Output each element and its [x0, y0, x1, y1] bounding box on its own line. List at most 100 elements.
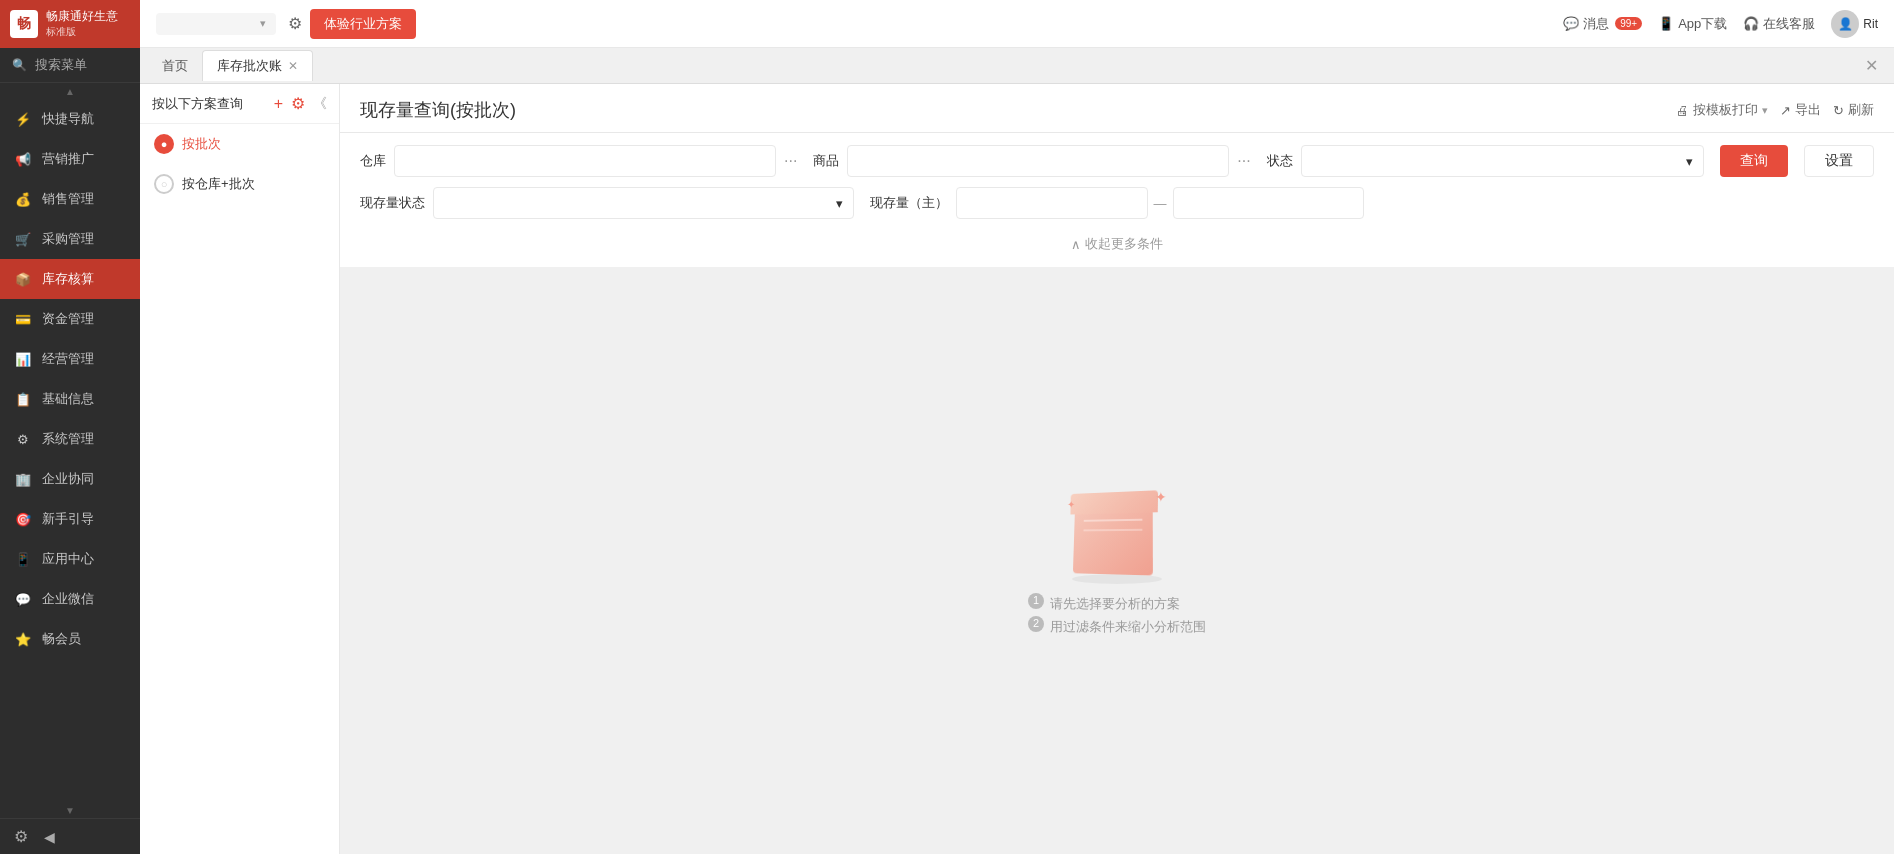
- sidebar-item-finance[interactable]: 💳 资金管理: [0, 299, 140, 339]
- tip-text-2: 用过滤条件来缩小分析范围: [1050, 615, 1206, 638]
- scroll-up-btn[interactable]: ▲: [0, 83, 140, 99]
- tip-num-1: 1: [1028, 593, 1044, 609]
- stock-status-select[interactable]: ▾: [433, 187, 854, 219]
- status-filter: 状态 ▾: [1267, 145, 1704, 177]
- warehouse-more-icon[interactable]: ···: [784, 152, 797, 170]
- system-icon: ⚙: [14, 430, 32, 448]
- collapse-conditions-btn[interactable]: ∧ 收起更多条件: [360, 229, 1874, 255]
- print-label: 按模板打印: [1693, 101, 1758, 119]
- sidebar-header: 畅 畅康通好生意 标准版: [0, 0, 140, 48]
- sidebar-search[interactable]: 🔍 搜索菜单: [0, 48, 140, 83]
- finance-icon: 💳: [14, 310, 32, 328]
- status-select[interactable]: ▾: [1301, 145, 1704, 177]
- add-plan-icon[interactable]: +: [274, 95, 283, 113]
- warehouse-input[interactable]: [394, 145, 776, 177]
- filter-row-1: 仓库 ··· 商品 ··· 状态 ▾: [360, 145, 1874, 177]
- print-icon: 🖨: [1676, 103, 1689, 118]
- tab-batch-account[interactable]: 库存批次账 ✕: [202, 50, 313, 81]
- status-dropdown-icon: ▾: [1686, 154, 1693, 169]
- stock-qty-filter: 现存量（主） —: [870, 187, 1364, 219]
- stock-qty-min-input[interactable]: [956, 187, 1148, 219]
- scroll-down-icon: ▼: [65, 805, 75, 816]
- app-download-label: App下载: [1678, 15, 1727, 33]
- sidebar-item-label: 畅会员: [42, 630, 81, 648]
- sidebar-item-quick-nav[interactable]: ⚡ 快捷导航: [0, 99, 140, 139]
- sidebar-item-label: 经营管理: [42, 350, 94, 368]
- inventory-icon: 📦: [14, 270, 32, 288]
- sidebar-item-enterprise[interactable]: 🏢 企业协同: [0, 459, 140, 499]
- sidebar-item-sales[interactable]: 💰 销售管理: [0, 179, 140, 219]
- sidebar-item-app-center[interactable]: 📱 应用中心: [0, 539, 140, 579]
- sidebar-settings-icon[interactable]: ⚙: [14, 827, 28, 846]
- app-subtitle: 标准版: [46, 25, 118, 39]
- sidebar-item-wechat[interactable]: 💬 企业微信: [0, 579, 140, 619]
- export-btn[interactable]: ↗ 导出: [1780, 101, 1821, 119]
- stock-qty-sep: —: [1154, 196, 1167, 211]
- app-center-icon: 📱: [14, 550, 32, 568]
- left-panel-actions: + ⚙ 《: [274, 94, 327, 113]
- print-dropdown-icon[interactable]: ▾: [1762, 104, 1768, 117]
- message-label: 消息: [1583, 15, 1609, 33]
- newbie-icon: 🎯: [14, 510, 32, 528]
- app-download-icon: 📱: [1658, 16, 1674, 31]
- stock-status-label: 现存量状态: [360, 194, 425, 212]
- topbar-dropdown-icon[interactable]: ▾: [260, 17, 266, 30]
- plan-item-by-batch[interactable]: ● 按批次: [140, 124, 339, 164]
- page-actions: 🖨 按模板打印 ▾ ↗ 导出 ↻ 刷新: [1676, 101, 1874, 119]
- sidebar-item-operations[interactable]: 📊 经营管理: [0, 339, 140, 379]
- plan-item-by-warehouse-batch[interactable]: ○ 按仓库+批次: [140, 164, 339, 204]
- topbar: ▾ ⚙ 体验行业方案 💬 消息 99+ 📱 App下载 🎧 在线客服 👤: [140, 0, 1894, 48]
- tab-home[interactable]: 首页: [148, 51, 202, 81]
- left-panel-header: 按以下方案查询 + ⚙ 《: [140, 84, 339, 124]
- stock-qty-max-input[interactable]: [1173, 187, 1365, 219]
- scroll-down-btn[interactable]: ▼: [0, 802, 140, 818]
- filter-row-2: 现存量状态 ▾ 现存量（主） —: [360, 187, 1874, 219]
- print-template-btn[interactable]: 🖨 按模板打印 ▾: [1676, 101, 1768, 119]
- stock-status-filter: 现存量状态 ▾: [360, 187, 854, 219]
- user-area[interactable]: 👤 Rit: [1831, 10, 1878, 38]
- page-header: 现存量查询(按批次) 🖨 按模板打印 ▾ ↗ 导出 ↻ 刷新: [340, 84, 1894, 133]
- sidebar-item-purchase[interactable]: 🛒 采购管理: [0, 219, 140, 259]
- refresh-label: 刷新: [1848, 101, 1874, 119]
- online-service-btn[interactable]: 🎧 在线客服: [1743, 15, 1815, 33]
- online-service-icon: 🎧: [1743, 16, 1759, 31]
- empty-tips: 1 请先选择要分析的方案 2 用过滤条件来缩小分析范围: [1028, 592, 1206, 639]
- refresh-icon: ↻: [1833, 103, 1844, 118]
- topbar-gear-icon[interactable]: ⚙: [288, 14, 302, 33]
- product-input[interactable]: [847, 145, 1229, 177]
- app-download-btn[interactable]: 📱 App下载: [1658, 15, 1727, 33]
- sidebar-item-newbie[interactable]: 🎯 新手引导: [0, 499, 140, 539]
- sidebar-item-label: 基础信息: [42, 390, 94, 408]
- trial-btn[interactable]: 体验行业方案: [310, 9, 416, 39]
- tip-item-2: 2 用过滤条件来缩小分析范围: [1028, 615, 1206, 638]
- sidebar-search-label: 搜索菜单: [35, 56, 87, 74]
- product-more-icon[interactable]: ···: [1237, 152, 1250, 170]
- sidebar-item-inventory[interactable]: 📦 库存核算: [0, 259, 140, 299]
- query-btn[interactable]: 查询: [1720, 145, 1788, 177]
- empty-illustration: ✦ ✦: [1062, 484, 1172, 584]
- sidebar-item-label: 系统管理: [42, 430, 94, 448]
- sidebar-collapse-icon[interactable]: ◀: [44, 829, 55, 845]
- scroll-up-icon: ▲: [65, 86, 75, 97]
- sidebar-item-basic[interactable]: 📋 基础信息: [0, 379, 140, 419]
- panel-close-btn[interactable]: ✕: [1857, 56, 1886, 75]
- user-avatar: 👤: [1831, 10, 1859, 38]
- tab-close-icon[interactable]: ✕: [288, 60, 298, 72]
- message-btn[interactable]: 💬 消息 99+: [1563, 15, 1642, 33]
- refresh-btn[interactable]: ↻ 刷新: [1833, 101, 1874, 119]
- topbar-search-input[interactable]: [166, 17, 256, 31]
- sidebar-item-member[interactable]: ⭐ 畅会员: [0, 619, 140, 659]
- tip-item-1: 1 请先选择要分析的方案: [1028, 592, 1206, 615]
- collapse-panel-icon[interactable]: 《: [313, 95, 327, 113]
- settings-plan-icon[interactable]: ⚙: [291, 94, 305, 113]
- left-panel: 按以下方案查询 + ⚙ 《 ● 按批次 ○ 按仓库+批次: [140, 84, 340, 854]
- content-area: 按以下方案查询 + ⚙ 《 ● 按批次 ○ 按仓库+批次 现存量查询(按批次): [140, 84, 1894, 854]
- collapse-icon: ∧: [1071, 237, 1081, 252]
- sidebar-item-system[interactable]: ⚙ 系统管理: [0, 419, 140, 459]
- empty-state: ✦ ✦ 1 请先选择要分析的方案 2 用过滤条件来缩小分析范围: [340, 268, 1894, 854]
- settings-btn[interactable]: 设置: [1804, 145, 1874, 177]
- filter-area: 仓库 ··· 商品 ··· 状态 ▾: [340, 133, 1894, 268]
- sidebar-item-marketing[interactable]: 📢 营销推广: [0, 139, 140, 179]
- tab-batch-label: 库存批次账: [217, 57, 282, 75]
- tip-text-1: 请先选择要分析的方案: [1050, 592, 1180, 615]
